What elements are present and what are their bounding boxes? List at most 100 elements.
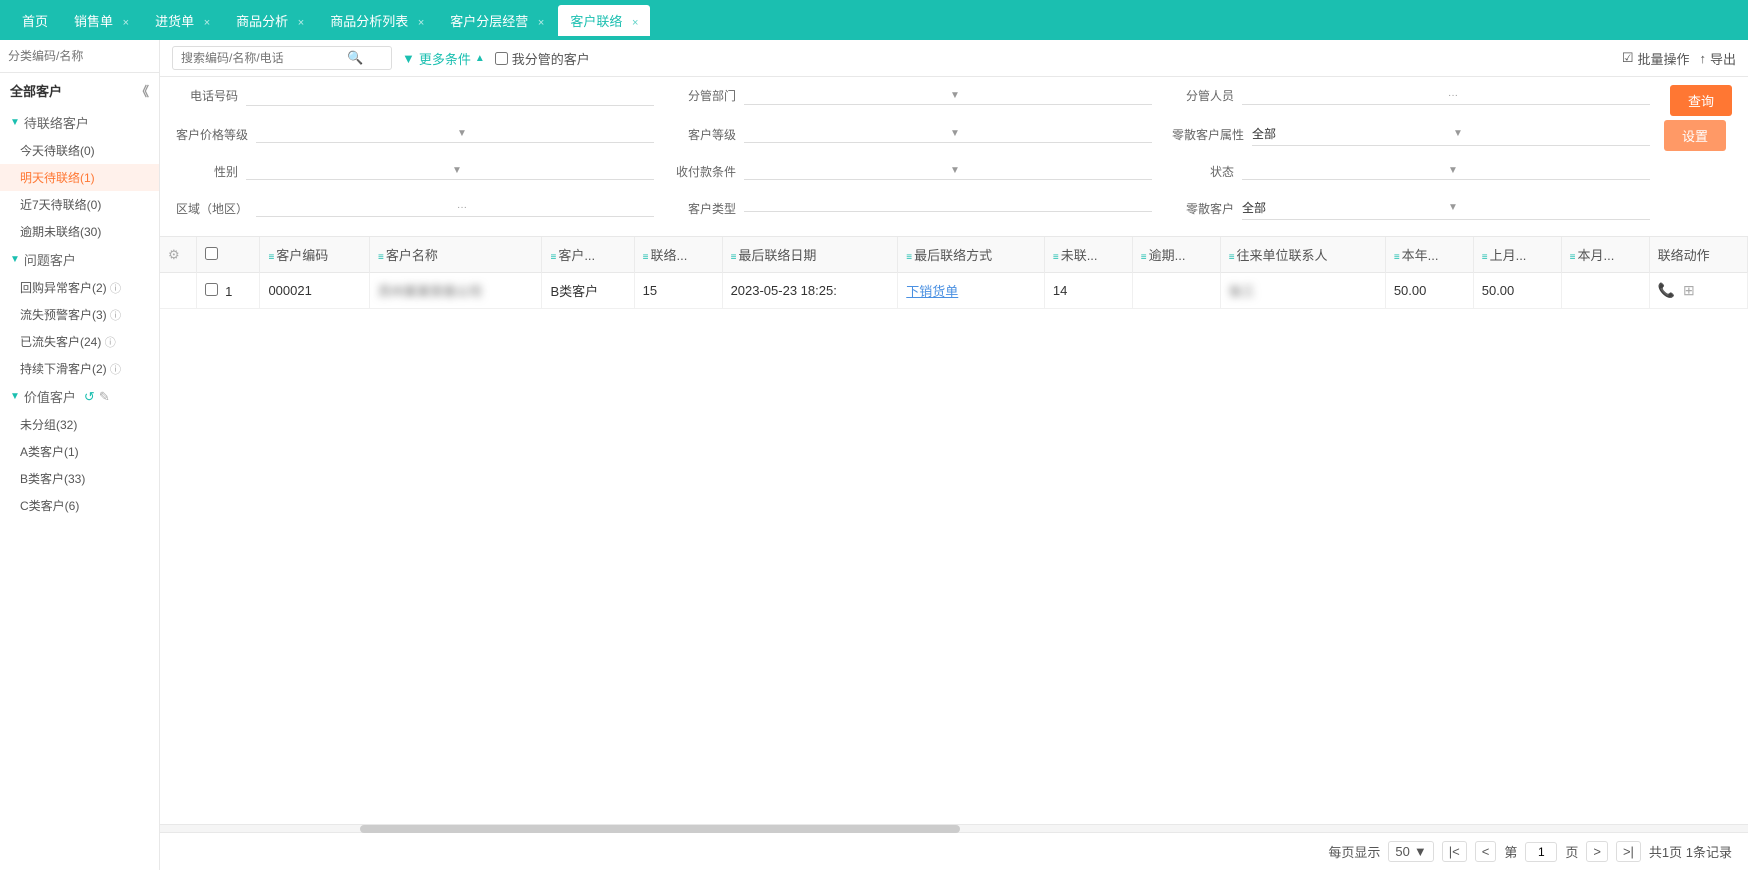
my-customers-checkbox[interactable]: [495, 52, 508, 65]
customer-type-select[interactable]: [744, 205, 1152, 212]
phone-input[interactable]: [246, 85, 654, 106]
chevron-up-icon: ▲: [475, 53, 485, 64]
th-this-month[interactable]: ≡本月...: [1561, 237, 1649, 273]
sidebar-item-churn-warning[interactable]: 流失预警客户(3) ⓘ: [0, 301, 159, 328]
next-page-btn[interactable]: >: [1586, 841, 1608, 862]
sidebar-item-ungrouped[interactable]: 未分组(32): [0, 411, 159, 438]
export-btn[interactable]: ↑ 导出: [1699, 49, 1736, 68]
sidebar-item-a-class[interactable]: A类客户(1): [0, 438, 159, 465]
sidebar-item-c-class[interactable]: C类客户(6): [0, 492, 159, 519]
nav-sales[interactable]: 销售单 ×: [62, 5, 141, 36]
filter-toolbar: 🔍 ▼ 更多条件 ▲ 我分管的客户 ☑ 批量操作 ↑ 导出: [160, 40, 1748, 77]
settings-button[interactable]: 设置: [1664, 120, 1726, 151]
close-sales-icon[interactable]: ×: [123, 17, 129, 29]
manager-select[interactable]: ···: [1242, 87, 1650, 105]
row-checkbox[interactable]: [205, 283, 218, 296]
filter-row-1: 电话号码 分管部门 ▼ 分管人员: [176, 85, 1650, 106]
nav-home[interactable]: 首页: [10, 5, 60, 36]
price-level-select[interactable]: ▼: [256, 125, 654, 143]
search-input[interactable]: [181, 51, 341, 65]
th-checkbox: [196, 237, 260, 273]
th-gear: ⚙: [160, 237, 196, 273]
first-page-btn[interactable]: |<: [1442, 841, 1467, 862]
horizontal-scrollbar[interactable]: [160, 824, 1748, 832]
sidebar-search-input[interactable]: [8, 49, 160, 63]
scrollbar-thumb[interactable]: [360, 825, 960, 833]
sidebar-item-today-pending[interactable]: 今天待联络(0): [0, 137, 159, 164]
section-triangle-icon2: ▼: [10, 254, 20, 265]
sidebar-all-customers[interactable]: 全部客户 《: [0, 73, 159, 108]
th-overdue[interactable]: ≡逾期...: [1132, 237, 1220, 273]
export-label: 导出: [1710, 49, 1736, 68]
th-code[interactable]: ≡客户编码: [260, 237, 370, 273]
th-contact-count[interactable]: ≡联络...: [634, 237, 722, 273]
status-select[interactable]: ▼: [1242, 162, 1650, 180]
close-product-analysis-list-icon[interactable]: ×: [418, 17, 424, 29]
total-label: 共1页 1条记录: [1649, 842, 1732, 861]
customer-level-select[interactable]: ▼: [744, 125, 1152, 143]
gender-label: 性别: [176, 163, 246, 180]
page-suffix: 页: [1565, 842, 1578, 861]
value-edit-icon[interactable]: ✎: [99, 389, 110, 405]
select-all-checkbox[interactable]: [205, 247, 218, 260]
payment-select[interactable]: ▼: [744, 162, 1152, 180]
close-product-analysis-icon[interactable]: ×: [298, 17, 304, 29]
th-last-contact-type[interactable]: ≡最后联络方式: [898, 237, 1045, 273]
filter-area-cell: 区域（地区） ···: [176, 199, 654, 217]
qr-action-icon[interactable]: ⊞: [1683, 282, 1695, 299]
retail-customer-select[interactable]: 全部 ▼: [1242, 196, 1650, 220]
td-row-no: 1: [196, 273, 260, 309]
prev-page-btn[interactable]: <: [1475, 841, 1497, 862]
gender-select[interactable]: ▼: [246, 162, 654, 180]
close-purchase-icon[interactable]: ×: [204, 17, 210, 29]
filter-row-2: 客户价格等级 ▼ 客户等级 ▼: [176, 122, 1650, 146]
customer-level-label: 客户等级: [674, 126, 744, 143]
payment-arrow-icon: ▼: [950, 165, 1152, 176]
th-action: 联络动作: [1649, 237, 1747, 273]
dept-select[interactable]: ▼: [744, 87, 1152, 105]
nav-customer-tier[interactable]: 客户分层经营 ×: [438, 5, 556, 36]
page-size-select[interactable]: 50 ▼: [1388, 841, 1433, 862]
th-last-month[interactable]: ≡上月...: [1473, 237, 1561, 273]
nav-product-analysis-list[interactable]: 商品分析列表 ×: [318, 5, 436, 36]
retail-attr-select[interactable]: 全部 ▼: [1252, 122, 1650, 146]
value-refresh-icon[interactable]: ↺: [84, 389, 95, 405]
search-icon[interactable]: 🔍: [347, 50, 363, 66]
phone-action-icon[interactable]: 📞: [1658, 282, 1675, 299]
nav-customer-contact[interactable]: 客户联络 ×: [558, 5, 650, 36]
page-input[interactable]: [1525, 842, 1557, 862]
th-contact-person[interactable]: ≡往来单位联系人: [1220, 237, 1385, 273]
sidebar-item-b-class[interactable]: B类客户(33): [0, 465, 159, 492]
filter-price-level-cell: 客户价格等级 ▼: [176, 125, 654, 143]
area-select[interactable]: ···: [256, 199, 654, 217]
main-layout: 🔍 全部客户 《 ▼ 待联络客户 今天待联络(0) 明天待联络(1) 近7天待联…: [0, 40, 1748, 870]
action-icons: 📞 ⊞: [1658, 282, 1739, 299]
customers-table: ⚙ ≡客户编码 ≡客户名称 ≡客户... ≡联络... ≡最后联络日期 ≡最后联…: [160, 237, 1748, 309]
th-this-year[interactable]: ≡本年...: [1385, 237, 1473, 273]
sidebar-collapse-icon[interactable]: 《: [136, 81, 149, 100]
th-type[interactable]: ≡客户...: [542, 237, 634, 273]
sidebar-section-value: ▼ 价值客户 ↺ ✎: [0, 382, 159, 411]
sidebar-item-churned[interactable]: 已流失客户(24) ⓘ: [0, 328, 159, 355]
sidebar-item-repurchase-abnormal[interactable]: 回购异常客户(2) ⓘ: [0, 274, 159, 301]
retail-attr-arrow-icon: ▼: [1453, 128, 1650, 139]
last-page-btn[interactable]: >|: [1616, 841, 1641, 862]
td-last-contact-type[interactable]: 下销货单: [898, 273, 1045, 309]
close-customer-tier-icon[interactable]: ×: [538, 17, 544, 29]
nav-product-analysis[interactable]: 商品分析 ×: [224, 5, 316, 36]
nav-purchase[interactable]: 进货单 ×: [143, 5, 222, 36]
sidebar-item-declining[interactable]: 持续下滑客户(2) ⓘ: [0, 355, 159, 382]
close-customer-contact-icon[interactable]: ×: [632, 17, 638, 29]
th-last-contact-date[interactable]: ≡最后联络日期: [722, 237, 898, 273]
th-uncontacted[interactable]: ≡未联...: [1044, 237, 1132, 273]
query-button[interactable]: 查询: [1670, 85, 1732, 116]
th-name[interactable]: ≡客户名称: [369, 237, 541, 273]
sidebar-item-tomorrow-pending[interactable]: 明天待联络(1): [0, 164, 159, 191]
sidebar-item-overdue-pending[interactable]: 逾期未联络(30): [0, 218, 159, 245]
filter-manager-cell: 分管人员 ···: [1172, 87, 1650, 105]
sidebar-item-7day-pending[interactable]: 近7天待联络(0): [0, 191, 159, 218]
more-filter-btn[interactable]: ▼ 更多条件 ▲: [402, 49, 485, 68]
filter-row-4: 区域（地区） ··· 客户类型: [176, 196, 1650, 220]
gear-icon[interactable]: ⚙: [168, 247, 180, 262]
batch-op-btn[interactable]: ☑ 批量操作: [1622, 49, 1690, 68]
